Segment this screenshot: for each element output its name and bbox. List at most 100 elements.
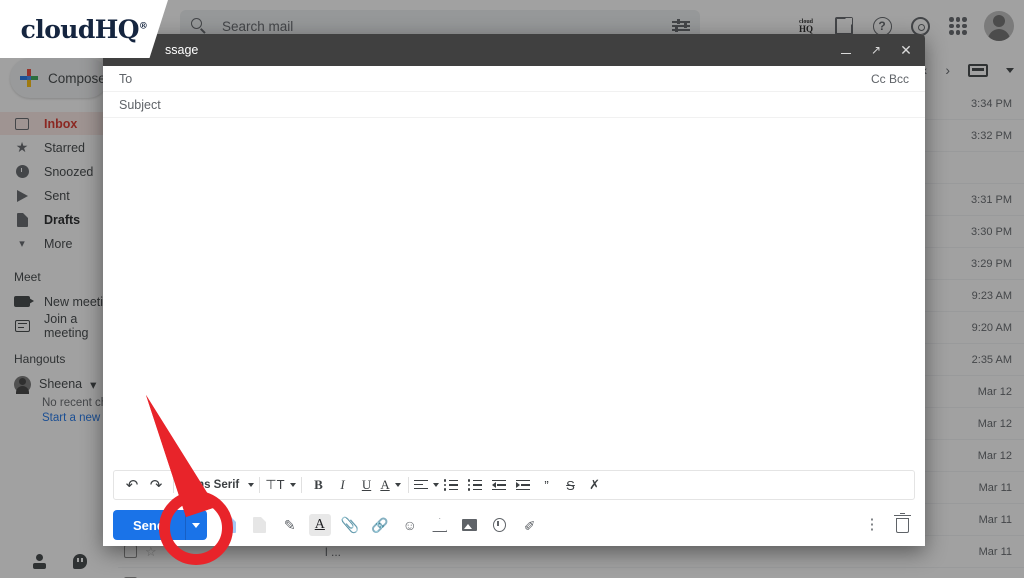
row-timestamp: Mar 12 <box>977 385 1012 398</box>
quote-button[interactable]: ” <box>535 473 559 497</box>
search-options-icon[interactable] <box>672 19 690 33</box>
bulleted-list-icon <box>467 479 482 491</box>
compose-body[interactable] <box>103 118 925 470</box>
close-button[interactable]: ✕ <box>899 42 913 58</box>
numbered-list-button[interactable] <box>439 473 463 497</box>
row-timestamp: 3:32 PM <box>971 129 1012 142</box>
numbered-list-icon <box>443 479 458 491</box>
attach-file-button[interactable]: 📎 <box>337 512 363 538</box>
font-family-select[interactable]: Sans Serif <box>179 473 255 497</box>
clock-icon <box>14 164 30 180</box>
cloudhq-highlighter-icon[interactable]: ✎ <box>277 512 303 538</box>
row-timestamp: Mar 11 <box>978 513 1012 526</box>
hangouts-no-recent-text: No recent ch <box>42 397 108 409</box>
remove-formatting-button[interactable]: ✗ <box>583 473 607 497</box>
underline-button[interactable]: U <box>355 473 379 497</box>
compose-window[interactable]: ssage ↗ ✕ To Cc Bcc Subject ↶ ↷ Sans Ser… <box>103 34 925 546</box>
compose-action-bar: Send ✎ A 📎 🔗 ☺ ✏ ⋮ <box>103 504 925 546</box>
google-apps-icon[interactable] <box>946 14 970 38</box>
sidebar-item-label: Snoozed <box>44 164 94 179</box>
align-button[interactable] <box>413 473 439 497</box>
bulleted-list-button[interactable] <box>463 473 487 497</box>
chevron-down-icon[interactable]: ▾ <box>90 377 96 392</box>
formatting-toolbar: ↶ ↷ Sans Serif ⊤T B I U A ” S ✗ <box>113 470 915 500</box>
insert-photo-button[interactable] <box>457 512 483 538</box>
indent-less-button[interactable] <box>487 473 511 497</box>
cloudhq-badge-line2: HQ <box>798 24 813 34</box>
align-left-icon <box>413 479 428 491</box>
sidebar-item-new-meeting[interactable]: New meeting <box>0 290 118 313</box>
expand-button[interactable]: ↗ <box>869 43 883 57</box>
italic-button[interactable]: I <box>331 473 355 497</box>
cloudhq-template-doc2-icon[interactable] <box>247 512 273 538</box>
hangouts-user[interactable]: Sheena ▾ <box>0 372 118 396</box>
compose-header: ssage ↗ ✕ <box>103 34 925 66</box>
sidebar-item-sent[interactable]: Sent <box>0 184 118 207</box>
insert-drive-file-button[interactable] <box>427 512 453 538</box>
help-glyph: ? <box>872 16 892 36</box>
meet-section-title: Meet <box>14 270 41 284</box>
text-color-button[interactable]: A <box>379 473 403 497</box>
cloudhq-logo-text: cloudHQ <box>20 14 140 44</box>
row-timestamp: Mar 12 <box>977 417 1012 430</box>
formatting-options-button[interactable]: A <box>307 512 333 538</box>
insert-link-button[interactable]: 🔗 <box>367 512 393 538</box>
format-a-icon: A <box>308 514 331 536</box>
row-checkbox[interactable] <box>124 545 137 558</box>
insert-signature-button[interactable]: ✏ <box>511 507 548 544</box>
next-page-button[interactable]: › <box>945 62 950 78</box>
hangouts-avatar <box>14 375 31 394</box>
cloudhq-template-doc-icon[interactable] <box>217 512 243 538</box>
chevron-down-icon: ▾ <box>19 238 25 250</box>
compose-title: ssage <box>165 43 199 57</box>
sidebar-item-starred[interactable]: ★ Starred <box>0 136 118 159</box>
row-timestamp: 9:23 AM <box>971 289 1012 302</box>
discard-draft-button[interactable] <box>889 512 915 538</box>
toolbar-divider <box>173 477 174 493</box>
contacts-person-icon[interactable] <box>31 554 47 570</box>
subject-field-row[interactable]: Subject <box>103 92 925 118</box>
indent-more-icon <box>515 479 530 491</box>
minimize-button[interactable] <box>839 43 853 57</box>
chevron-down-icon <box>394 483 401 487</box>
sidebar-item-more[interactable]: ▾ More <box>0 232 118 255</box>
sidebar-item-inbox[interactable]: Inbox <box>0 112 118 135</box>
video-camera-icon <box>14 294 34 310</box>
sidebar-bottom-icons <box>0 554 118 570</box>
send-button[interactable]: Send <box>113 510 185 540</box>
font-size-button[interactable]: ⊤T <box>265 473 296 497</box>
indent-less-icon <box>491 479 506 491</box>
confidential-mode-button[interactable] <box>487 512 513 538</box>
table-row[interactable]: ☆Amazon.comDelivered: Your Amazon.com or… <box>118 568 1024 578</box>
bold-button[interactable]: B <box>307 473 331 497</box>
to-field-row[interactable]: To Cc Bcc <box>103 66 925 92</box>
search-input[interactable]: Search mail <box>222 19 672 34</box>
insert-emoji-button[interactable]: ☺ <box>397 512 423 538</box>
sidebar-item-snoozed[interactable]: Snoozed <box>0 160 118 183</box>
account-avatar[interactable] <box>984 11 1014 41</box>
star-icon: ★ <box>15 139 29 155</box>
plus-icon <box>20 69 38 87</box>
undo-button[interactable]: ↶ <box>120 473 144 497</box>
sidebar-item-join-meeting[interactable]: Join a meeting <box>0 312 118 340</box>
row-timestamp: 3:30 PM <box>971 225 1012 238</box>
display-density-icon[interactable] <box>968 63 988 77</box>
hangouts-chat-icon[interactable] <box>73 554 87 569</box>
indent-more-button[interactable] <box>511 473 535 497</box>
sidebar-item-label: More <box>44 236 73 251</box>
cc-bcc-button[interactable]: Cc Bcc <box>871 72 909 86</box>
compose-button[interactable]: Compose <box>10 58 108 98</box>
sidebar-item-drafts[interactable]: Drafts <box>0 208 118 231</box>
toolbar-divider <box>300 477 302 493</box>
inbox-icon <box>14 116 30 132</box>
row-timestamp: 9:20 AM <box>971 321 1012 334</box>
sent-icon <box>14 188 30 204</box>
redo-button[interactable]: ↷ <box>144 473 168 497</box>
row-timestamp: Mar 12 <box>977 449 1012 462</box>
strikethrough-button[interactable]: S <box>559 473 583 497</box>
hangouts-start-new-link[interactable]: Start a new <box>0 411 118 426</box>
chevron-down-icon[interactable] <box>1006 67 1014 73</box>
more-options-button[interactable]: ⋮ <box>859 512 885 538</box>
send-options-button[interactable] <box>184 510 207 540</box>
to-field-label: To <box>119 71 133 86</box>
